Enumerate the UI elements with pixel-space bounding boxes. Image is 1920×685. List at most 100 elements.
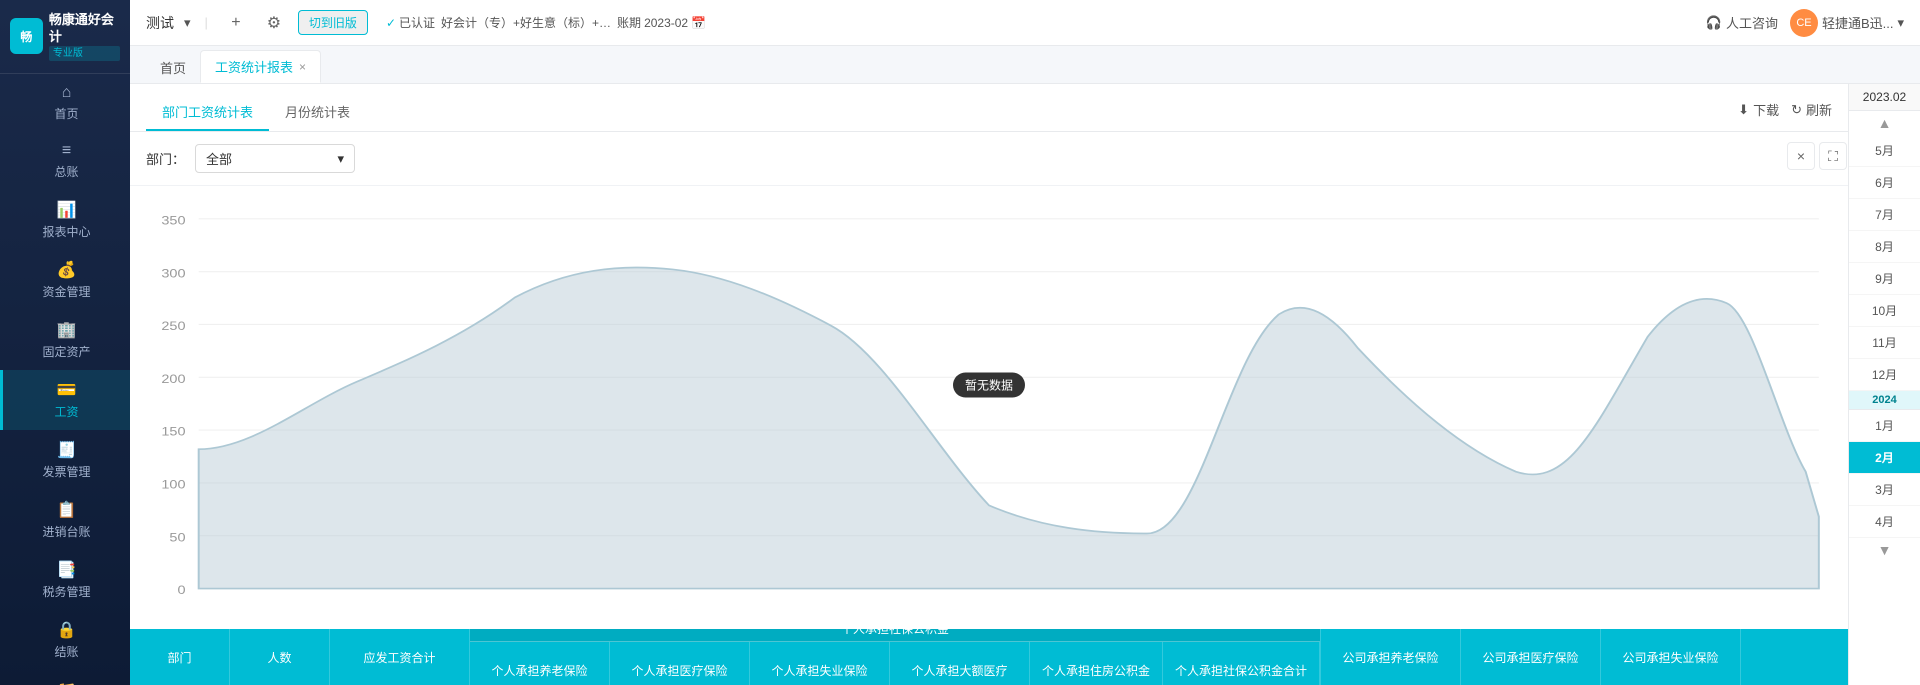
date-nav-up-button[interactable]: ▲ — [1849, 111, 1920, 135]
status-bar: ✓ 已认证 好会计（专）+好生意（标）+… 账期 2023-02 📅 — [386, 14, 706, 31]
date-month-8[interactable]: 8月 — [1849, 231, 1920, 263]
dept-select-value: 全部 — [206, 149, 232, 168]
download-label: 下载 — [1753, 100, 1779, 119]
sidebar-item-funds[interactable]: 💰 资金管理 — [0, 250, 130, 310]
dept-select[interactable]: 全部 ▾ — [195, 144, 355, 173]
sidebar-item-reports[interactable]: 📊 报表中心 — [0, 190, 130, 250]
user-name-label: 轻捷通B迅... — [1822, 13, 1894, 32]
close-icon: × — [1797, 148, 1805, 164]
reports-icon: 📊 — [57, 200, 77, 220]
period-badge: 账期 2023-02 📅 — [617, 14, 706, 31]
avatar-initials: CE — [1796, 17, 1811, 29]
sidebar-label-closing: 结账 — [54, 643, 78, 660]
col-total-salary: 应发工资合计 — [330, 629, 470, 685]
maximize-icon: ⛶ — [1828, 148, 1838, 165]
tab-home[interactable]: 首页 — [146, 52, 200, 83]
refresh-button[interactable]: ↻ 刷新 — [1791, 100, 1832, 119]
subtab-dept[interactable]: 部门工资统计表 — [146, 94, 269, 131]
verified-label: 已认证 — [399, 14, 435, 31]
year-2024-label: 2024 — [1849, 391, 1920, 410]
tags-badge: 好会计（专）+好生意（标）+… — [441, 14, 611, 31]
ai-consult-label: 人工咨询 — [1726, 13, 1778, 32]
sidebar-label-ledger: 总账 — [54, 163, 78, 180]
sidebar-item-assets[interactable]: 🏢 固定资产 — [0, 310, 130, 370]
tab-close-icon[interactable]: × — [299, 60, 306, 74]
group-personal-label: 个人承担社保公积金 — [470, 629, 1320, 642]
svg-text:300: 300 — [161, 266, 185, 280]
topbar-right: 🎧 人工咨询 CE 轻捷通B迅... ▾ — [1706, 9, 1904, 37]
sidebar-item-closing[interactable]: 🔒 结账 — [0, 610, 130, 670]
subtab-monthly-label: 月份统计表 — [285, 105, 350, 120]
date-panel: 2023.02 ▲ 5月 6月 7月 8月 9月 10月 11月 — [1848, 84, 1920, 685]
sidebar-label-reports: 报表中心 — [42, 223, 90, 240]
sidebar-item-sales[interactable]: 📋 进销台账 — [0, 490, 130, 550]
main-area: 测试 ▾ | + ⚙ 切到旧版 ✓ 已认证 好会计（专）+好生意（标）+… 账期… — [130, 0, 1920, 685]
topbar: 测试 ▾ | + ⚙ 切到旧版 ✓ 已认证 好会计（专）+好生意（标）+… 账期… — [130, 0, 1920, 46]
archive-icon: 📁 — [57, 680, 77, 685]
sidebar-item-archive[interactable]: 📁 归档管理 — [0, 670, 130, 685]
brand-name: 畅康通好会计 — [49, 12, 120, 46]
tabbar: 首页 工资统计报表 × — [130, 46, 1920, 84]
sidebar-item-ledger[interactable]: ≡ 总账 — [0, 132, 130, 190]
subtabs-left: 部门工资统计表 月份统计表 — [146, 94, 366, 131]
date-month-9[interactable]: 9月 — [1849, 263, 1920, 295]
payroll-icon: 💳 — [57, 380, 77, 400]
check-icon: ✓ — [386, 16, 396, 30]
table-footer: 部门 人数 应发工资合计 个人承担社保公积金 个人承担养老保险 — [130, 629, 1848, 685]
subtab-monthly[interactable]: 月份统计表 — [269, 94, 366, 131]
group-personal-social: 个人承担社保公积金 个人承担养老保险 个人承担医疗保险 个人承担失业保险 个人承… — [470, 629, 1321, 685]
sidebar-label-funds: 资金管理 — [42, 283, 90, 300]
edition-badge: 专业版 — [49, 46, 120, 61]
date-month-5[interactable]: 5月 — [1849, 135, 1920, 167]
float-controls: × ⛶ — [1787, 142, 1847, 170]
refresh-icon: ↻ — [1791, 102, 1802, 118]
date-month-2-active[interactable]: 2月 — [1849, 442, 1920, 474]
sidebar-label-invoice: 发票管理 — [42, 463, 90, 480]
svg-text:0: 0 — [177, 583, 185, 597]
svg-text:50: 50 — [169, 530, 185, 544]
date-month-7[interactable]: 7月 — [1849, 199, 1920, 231]
date-nav-down-button[interactable]: ▼ — [1849, 538, 1920, 562]
user-menu-button[interactable]: CE 轻捷通B迅... ▾ — [1790, 9, 1904, 37]
sidebar-item-invoice[interactable]: 🧾 发票管理 — [0, 430, 130, 490]
headset-icon: 🎧 — [1706, 15, 1722, 31]
project-dropdown[interactable]: ▾ — [184, 15, 191, 31]
sidebar-label-payroll: 工资 — [54, 403, 78, 420]
close-panel-button[interactable]: × — [1787, 142, 1815, 170]
date-month-10[interactable]: 10月 — [1849, 295, 1920, 327]
period-label: 账期 — [617, 14, 641, 31]
date-month-3[interactable]: 3月 — [1849, 474, 1920, 506]
chart-svg: 350 300 250 200 150 100 50 0 — [146, 202, 1832, 629]
date-month-12[interactable]: 12月 — [1849, 359, 1920, 391]
download-icon: ⬇ — [1738, 102, 1749, 118]
sidebar-item-home[interactable]: ⌂ 首页 — [0, 74, 130, 132]
maximize-button[interactable]: ⛶ — [1819, 142, 1847, 170]
sidebar-logo: 畅 畅康通好会计 专业版 — [0, 0, 130, 74]
sidebar-item-tax[interactable]: 📑 税务管理 — [0, 550, 130, 610]
col-personal-unemployment: 个人承担失业保险 — [750, 642, 890, 685]
date-month-11[interactable]: 11月 — [1849, 327, 1920, 359]
gear-button[interactable]: ⚙ — [260, 9, 288, 37]
date-month-4[interactable]: 4月 — [1849, 506, 1920, 538]
sidebar-item-payroll[interactable]: 💳 工资 — [0, 370, 130, 430]
main-panel: 部门工资统计表 月份统计表 ⬇ 下载 ↻ 刷新 — [130, 84, 1848, 685]
switch-old-version-button[interactable]: 切到旧版 — [298, 10, 368, 35]
sidebar-label-assets: 固定资产 — [42, 343, 90, 360]
period-value: 2023-02 — [644, 16, 688, 30]
tab-payroll-stats[interactable]: 工资统计报表 × — [200, 50, 321, 83]
date-month-1[interactable]: 1月 — [1849, 410, 1920, 442]
add-button[interactable]: + — [222, 9, 250, 37]
select-chevron-icon: ▾ — [337, 151, 344, 167]
col-personal-housing: 个人承担住房公积金 — [1030, 642, 1163, 685]
verified-badge: ✓ 已认证 — [386, 14, 435, 31]
svg-text:350: 350 — [161, 213, 185, 227]
ai-consult-button[interactable]: 🎧 人工咨询 — [1706, 13, 1778, 32]
col-company-pension: 公司承担养老保险 — [1321, 629, 1461, 685]
download-button[interactable]: ⬇ 下载 — [1738, 100, 1779, 119]
date-month-6[interactable]: 6月 — [1849, 167, 1920, 199]
logo-icon: 畅 — [10, 18, 43, 54]
refresh-label: 刷新 — [1806, 100, 1832, 119]
sidebar: 畅 畅康通好会计 专业版 ⌂ 首页 ≡ 总账 📊 报表中心 💰 资金管理 🏢 固… — [0, 0, 130, 685]
group-personal-cols: 个人承担养老保险 个人承担医疗保险 个人承担失业保险 个人承担大额医疗 个人承担 — [470, 642, 1320, 685]
date-year-display[interactable]: 2023.02 — [1849, 84, 1920, 111]
